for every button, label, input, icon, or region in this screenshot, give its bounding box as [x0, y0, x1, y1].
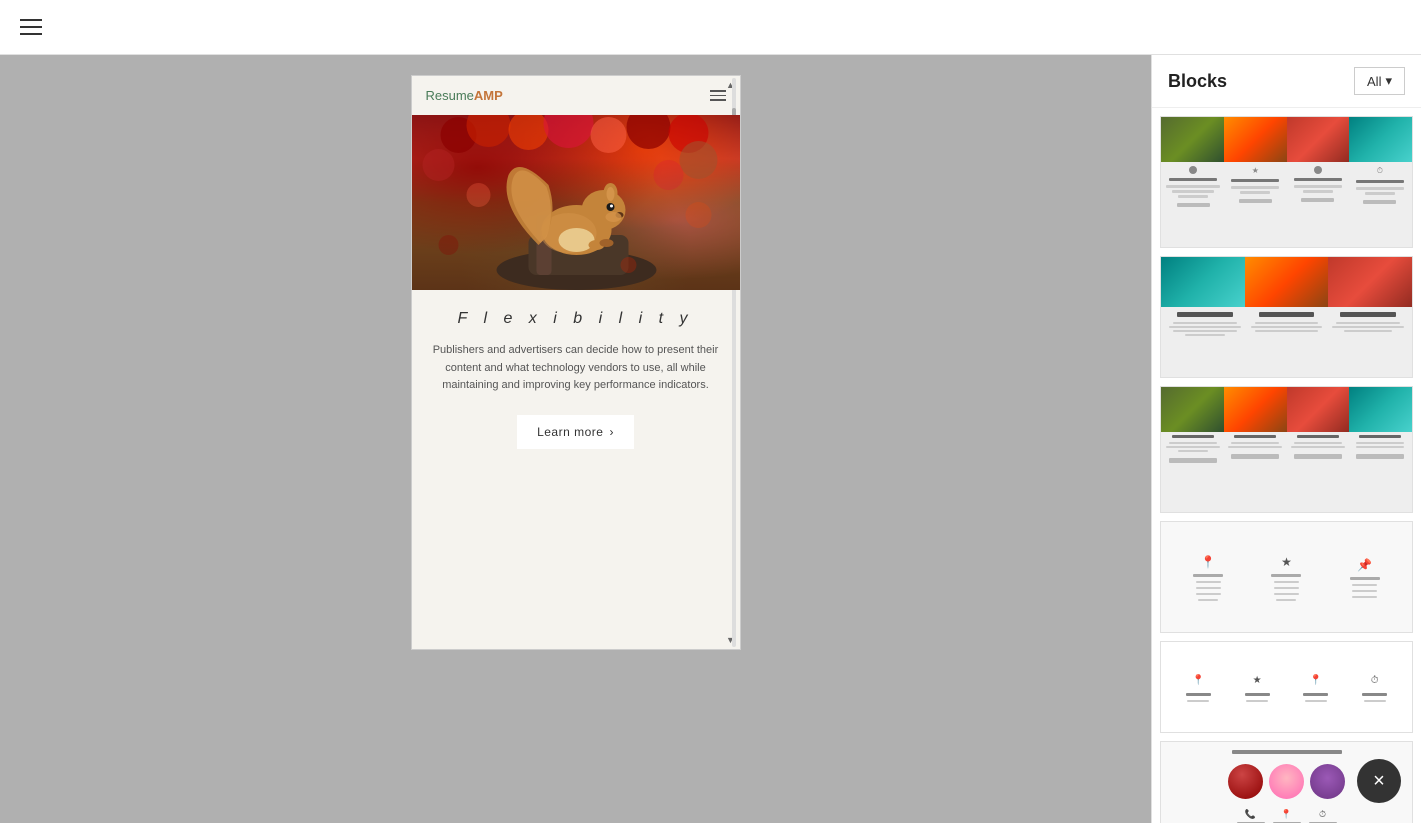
blocks-header: Blocks All ▾ [1152, 55, 1421, 108]
icon-col-flexibility: 📌 [1350, 557, 1380, 598]
star-icon: ★ [1278, 554, 1294, 570]
icon-col-res: ⏱ [1362, 673, 1387, 702]
block-preview-1: ★ [1161, 117, 1412, 247]
block-card-4[interactable]: 📍 ★ [1160, 521, 1413, 633]
topbar-left [20, 19, 42, 35]
filter-label: All [1367, 74, 1381, 89]
blocks-title: Blocks [1168, 71, 1227, 92]
block-card-1[interactable]: ★ [1160, 116, 1413, 248]
icon-col-engagements: ★ [1271, 554, 1301, 601]
mobile-preview-frame: ▲ ▼ ResumeAMP [411, 75, 741, 650]
section-title: F l e x i b i l i t y [428, 310, 724, 328]
close-button[interactable]: × [1357, 759, 1401, 803]
star2-icon: ★ [1249, 673, 1265, 689]
flower-purple [1310, 764, 1345, 799]
clock-icon: ⏱ [1367, 673, 1383, 689]
logo-resume-text: Resume [426, 88, 474, 103]
close-icon: × [1373, 770, 1385, 793]
learn-more-button[interactable]: Learn more › [517, 415, 634, 449]
contact-hours: ⏱ [1309, 809, 1337, 823]
topbar [0, 0, 1421, 55]
pin-icon: 📌 [1357, 557, 1373, 573]
pin2-icon: 📍 [1308, 673, 1324, 689]
contact-phone: 📞 [1237, 809, 1265, 823]
logo-amp-text: AMP [474, 88, 503, 103]
hamburger-menu-button[interactable] [20, 19, 42, 35]
flower-mushroom [1228, 764, 1263, 799]
block-preview-2 [1161, 257, 1412, 377]
blocks-panel: Blocks All ▾ [1151, 55, 1421, 823]
section-description: Publishers and advertisers can decide ho… [428, 342, 724, 395]
social-contacts-row: 📞 📍 ⏱ [1237, 809, 1337, 823]
social-title-line [1232, 750, 1342, 754]
block-card-2[interactable] [1160, 256, 1413, 378]
contact-address: 📍 [1273, 809, 1301, 823]
learn-more-arrow: › [609, 425, 614, 439]
icon-col-eng: ★ [1245, 673, 1270, 702]
icon-col-flex: 📍 [1303, 673, 1328, 702]
block-card-3[interactable] [1160, 386, 1413, 513]
loc-icon: 📍 [1190, 673, 1206, 689]
flower-pink [1269, 764, 1304, 799]
block-preview-5: 📍 ★ 📍 ⏱ [1161, 642, 1412, 732]
block-preview-3 [1161, 387, 1412, 512]
learn-more-label: Learn more [537, 425, 603, 439]
block-preview-4: 📍 ★ [1161, 522, 1412, 632]
icon-col-perf: 📍 [1186, 673, 1211, 702]
block-card-5[interactable]: 📍 ★ 📍 ⏱ [1160, 641, 1413, 733]
mobile-hamburger-icon[interactable] [710, 90, 726, 101]
location-icon: 📍 [1200, 554, 1216, 570]
main-area: ▲ ▼ ResumeAMP [0, 55, 1421, 823]
social-images [1228, 764, 1345, 799]
mobile-hero-image [412, 115, 740, 290]
blocks-filter-button[interactable]: All ▾ [1354, 67, 1405, 95]
mobile-nav: ResumeAMP [412, 76, 740, 115]
mobile-text-body: F l e x i b i l i t y Publishers and adv… [412, 290, 740, 469]
mobile-logo: ResumeAMP [426, 88, 503, 103]
blocks-list: ★ [1152, 108, 1421, 823]
icon-col-performance: 📍 [1193, 554, 1223, 601]
mobile-content: ResumeAMP [412, 76, 740, 649]
filter-arrow-icon: ▾ [1385, 73, 1392, 89]
preview-area: ▲ ▼ ResumeAMP [0, 55, 1151, 823]
